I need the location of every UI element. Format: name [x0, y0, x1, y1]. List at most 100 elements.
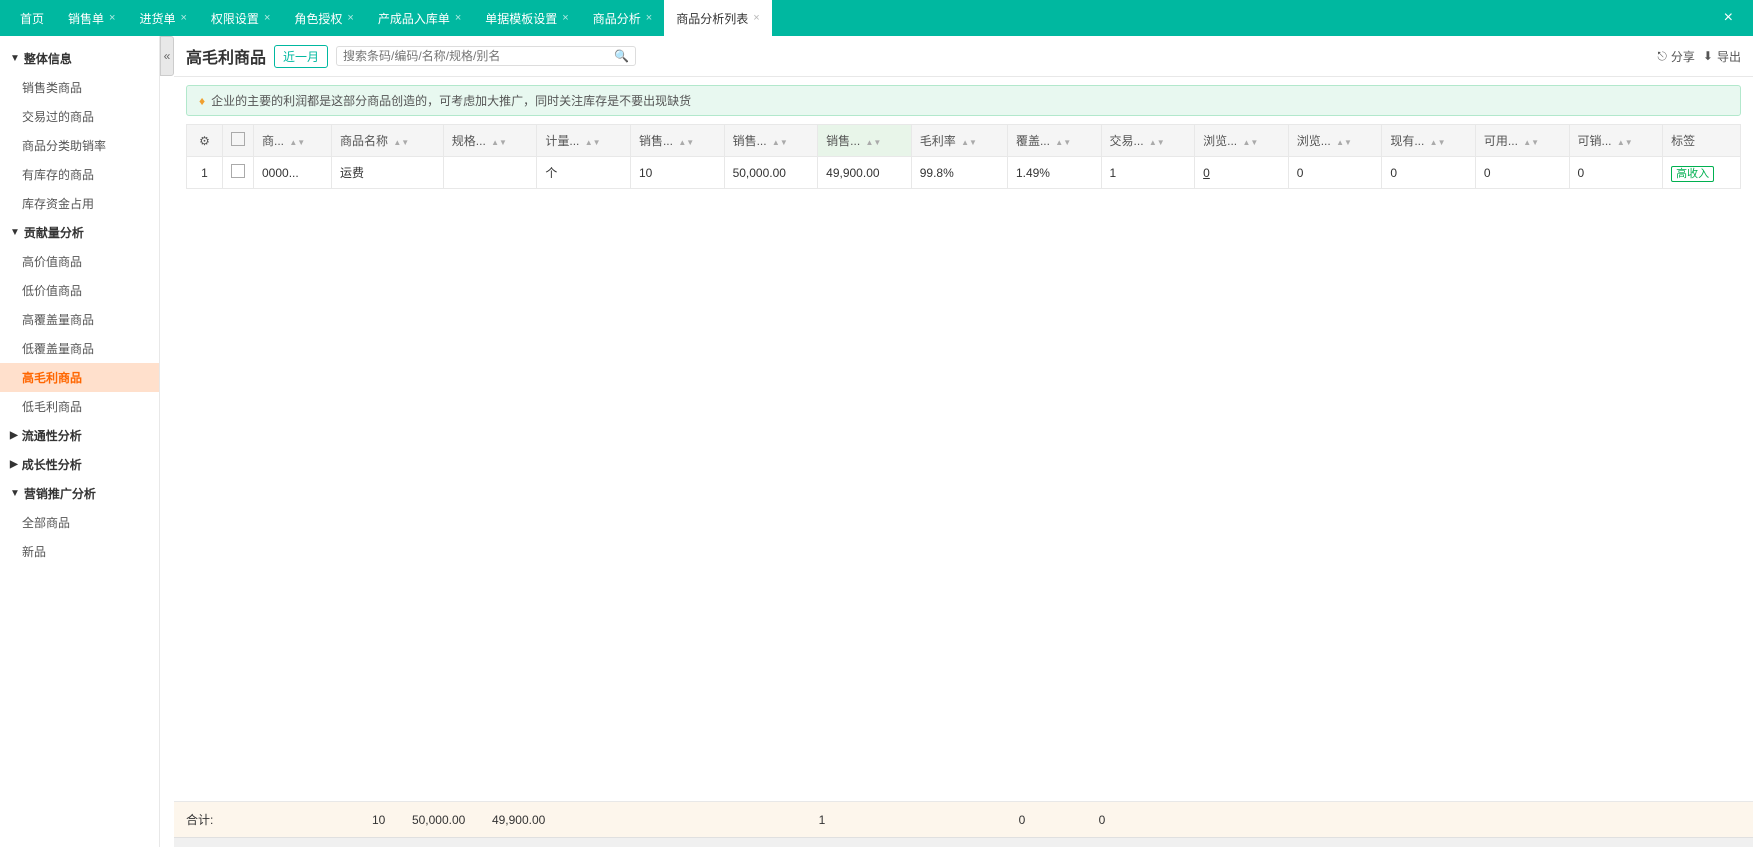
col-coverage[interactable]: 覆盖... ▲▼ [1007, 125, 1101, 157]
sidebar-item-low-margin[interactable]: 低毛利商品 [0, 392, 159, 421]
col-sales-profit[interactable]: 销售... ▲▼ [818, 125, 912, 157]
nav-role[interactable]: 角色授权 × [282, 0, 365, 36]
nav-sales[interactable]: 销售单 × [56, 0, 127, 36]
sidebar-section-contribution[interactable]: ▼ 贡献量分析 [0, 218, 159, 247]
content-header: 高毛利商品 近一月 🔍 ⎋ 分享 ⬇ 导出 [174, 36, 1753, 77]
close-icon[interactable]: × [455, 12, 461, 24]
nav-permissions[interactable]: 权限设置 × [199, 0, 282, 36]
info-text: 企业的主要的利润都是这部分商品创造的，可考虑加大推广，同时关注库存是不要出现缺货 [211, 92, 691, 109]
sidebar-item-low-value[interactable]: 低价值商品 [0, 276, 159, 305]
sort-icon[interactable]: ▲▼ [289, 138, 305, 147]
filter-month-button[interactable]: 近一月 [274, 45, 328, 68]
col-gross-margin[interactable]: 毛利率 ▲▼ [911, 125, 1007, 157]
settings-icon[interactable]: ⚙ [199, 134, 210, 148]
sort-icon[interactable]: ▲▼ [393, 138, 409, 147]
sidebar-item-in-stock[interactable]: 有库存的商品 [0, 160, 159, 189]
header-actions: ⎋ 分享 ⬇ 导出 [1657, 48, 1741, 65]
sidebar-item-traded[interactable]: 交易过的商品 [0, 102, 159, 131]
nav-analysis-list[interactable]: 商品分析列表 × [664, 0, 771, 36]
share-icon: ⎋ [1657, 49, 1667, 64]
sort-icon[interactable]: ▲▼ [1523, 138, 1539, 147]
nav-purchase[interactable]: 进货单 × [127, 0, 198, 36]
col-available[interactable]: 可用... ▲▼ [1475, 125, 1569, 157]
table-row: 1 0000... 运费 个 10 50,000.00 49,900.00 99… [187, 157, 1741, 189]
cell-browse2: 0 [1288, 157, 1382, 189]
sidebar: ▼ 整体信息 销售类商品 交易过的商品 商品分类助销率 有库存的商品 库存资金占… [0, 36, 160, 847]
top-nav: 首页 销售单 × 进货单 × 权限设置 × 角色授权 × 产成品入库单 × 单据… [0, 0, 1753, 36]
footer-current-stock: 0 [953, 813, 1033, 827]
cell-current-stock: 0 [1382, 157, 1476, 189]
close-icon[interactable]: × [347, 12, 353, 24]
sidebar-item-low-coverage[interactable]: 低覆盖量商品 [0, 334, 159, 363]
select-all-checkbox[interactable] [231, 132, 245, 146]
page-title: 高毛利商品 [186, 44, 266, 68]
col-spec[interactable]: 规格... ▲▼ [443, 125, 537, 157]
cell-check[interactable] [223, 157, 254, 189]
sort-icon[interactable]: ▲▼ [585, 138, 601, 147]
sort-icon[interactable]: ▲▼ [1149, 138, 1165, 147]
tag-badge: 高收入 [1671, 166, 1714, 182]
cell-browse1[interactable]: 0 [1195, 157, 1289, 189]
col-sales-qty[interactable]: 销售... ▲▼ [630, 125, 724, 157]
sidebar-section-growth[interactable]: ▶ 成长性分析 [0, 450, 159, 479]
col-saleable[interactable]: 可销... ▲▼ [1569, 125, 1663, 157]
sort-icon[interactable]: ▲▼ [1617, 138, 1633, 147]
horizontal-scrollbar[interactable] [174, 837, 1753, 847]
col-name[interactable]: 商品名称 ▲▼ [332, 125, 444, 157]
col-unit[interactable]: 计量... ▲▼ [537, 125, 631, 157]
cell-name: 运费 [332, 157, 444, 189]
sort-icon[interactable]: ▲▼ [866, 138, 882, 147]
col-current-stock[interactable]: 现有... ▲▼ [1382, 125, 1476, 157]
sidebar-item-high-margin[interactable]: 高毛利商品 [0, 363, 159, 392]
sidebar-item-all-goods[interactable]: 全部商品 [0, 508, 159, 537]
footer-label: 合计: [186, 811, 213, 828]
search-input[interactable] [343, 49, 614, 63]
col-tag[interactable]: 标签 [1663, 125, 1741, 157]
sidebar-item-stock-capital[interactable]: 库存资金占用 [0, 189, 159, 218]
share-button[interactable]: ⎋ 分享 [1657, 48, 1695, 65]
close-icon[interactable]: × [264, 12, 270, 24]
info-icon: ♦ [199, 94, 205, 108]
sort-icon[interactable]: ▲▼ [772, 138, 788, 147]
sidebar-item-high-value[interactable]: 高价值商品 [0, 247, 159, 276]
close-icon[interactable]: × [180, 12, 186, 24]
sort-icon[interactable]: ▲▼ [678, 138, 694, 147]
sort-icon[interactable]: ▲▼ [1336, 138, 1352, 147]
chevron-down-icon: ▼ [10, 227, 20, 238]
sidebar-section-liquidity[interactable]: ▶ 流通性分析 [0, 421, 159, 450]
sort-icon[interactable]: ▲▼ [961, 138, 977, 147]
export-button[interactable]: ⬇ 导出 [1703, 48, 1741, 65]
sidebar-collapse-button[interactable]: « [160, 36, 174, 76]
nav-stock-in[interactable]: 产成品入库单 × [366, 0, 473, 36]
close-icon[interactable]: × [646, 12, 652, 24]
col-browse2[interactable]: 浏览... ▲▼ [1288, 125, 1382, 157]
row-checkbox[interactable] [231, 164, 245, 178]
search-icon[interactable]: 🔍 [614, 49, 629, 63]
col-browse1[interactable]: 浏览... ▲▼ [1195, 125, 1289, 157]
sidebar-item-category-rate[interactable]: 商品分类助销率 [0, 131, 159, 160]
sort-icon[interactable]: ▲▼ [491, 138, 507, 147]
col-settings[interactable]: ⚙ [187, 125, 223, 157]
footer-empty2 [833, 813, 953, 827]
nav-template[interactable]: 单据模板设置 × [473, 0, 580, 36]
sort-icon[interactable]: ▲▼ [1055, 138, 1071, 147]
col-transaction[interactable]: 交易... ▲▼ [1101, 125, 1195, 157]
close-icon[interactable]: × [109, 12, 115, 24]
sidebar-section-overall[interactable]: ▼ 整体信息 [0, 44, 159, 73]
col-check[interactable] [223, 125, 254, 157]
col-sales-amount[interactable]: 销售... ▲▼ [724, 125, 818, 157]
close-icon[interactable]: × [753, 12, 759, 24]
cell-coverage: 1.49% [1007, 157, 1101, 189]
nav-analysis[interactable]: 商品分析 × [581, 0, 664, 36]
close-icon[interactable]: × [562, 12, 568, 24]
sidebar-section-marketing[interactable]: ▼ 营销推广分析 [0, 479, 159, 508]
cell-sales-qty: 10 [630, 157, 724, 189]
sidebar-item-new-goods[interactable]: 新品 [0, 537, 159, 566]
col-code[interactable]: 商... ▲▼ [254, 125, 332, 157]
close-window-button[interactable]: × [1712, 9, 1745, 27]
sidebar-item-high-coverage[interactable]: 高覆盖量商品 [0, 305, 159, 334]
sidebar-item-sales-goods[interactable]: 销售类商品 [0, 73, 159, 102]
sort-icon[interactable]: ▲▼ [1242, 138, 1258, 147]
sort-icon[interactable]: ▲▼ [1430, 138, 1446, 147]
nav-home[interactable]: 首页 [8, 0, 56, 36]
